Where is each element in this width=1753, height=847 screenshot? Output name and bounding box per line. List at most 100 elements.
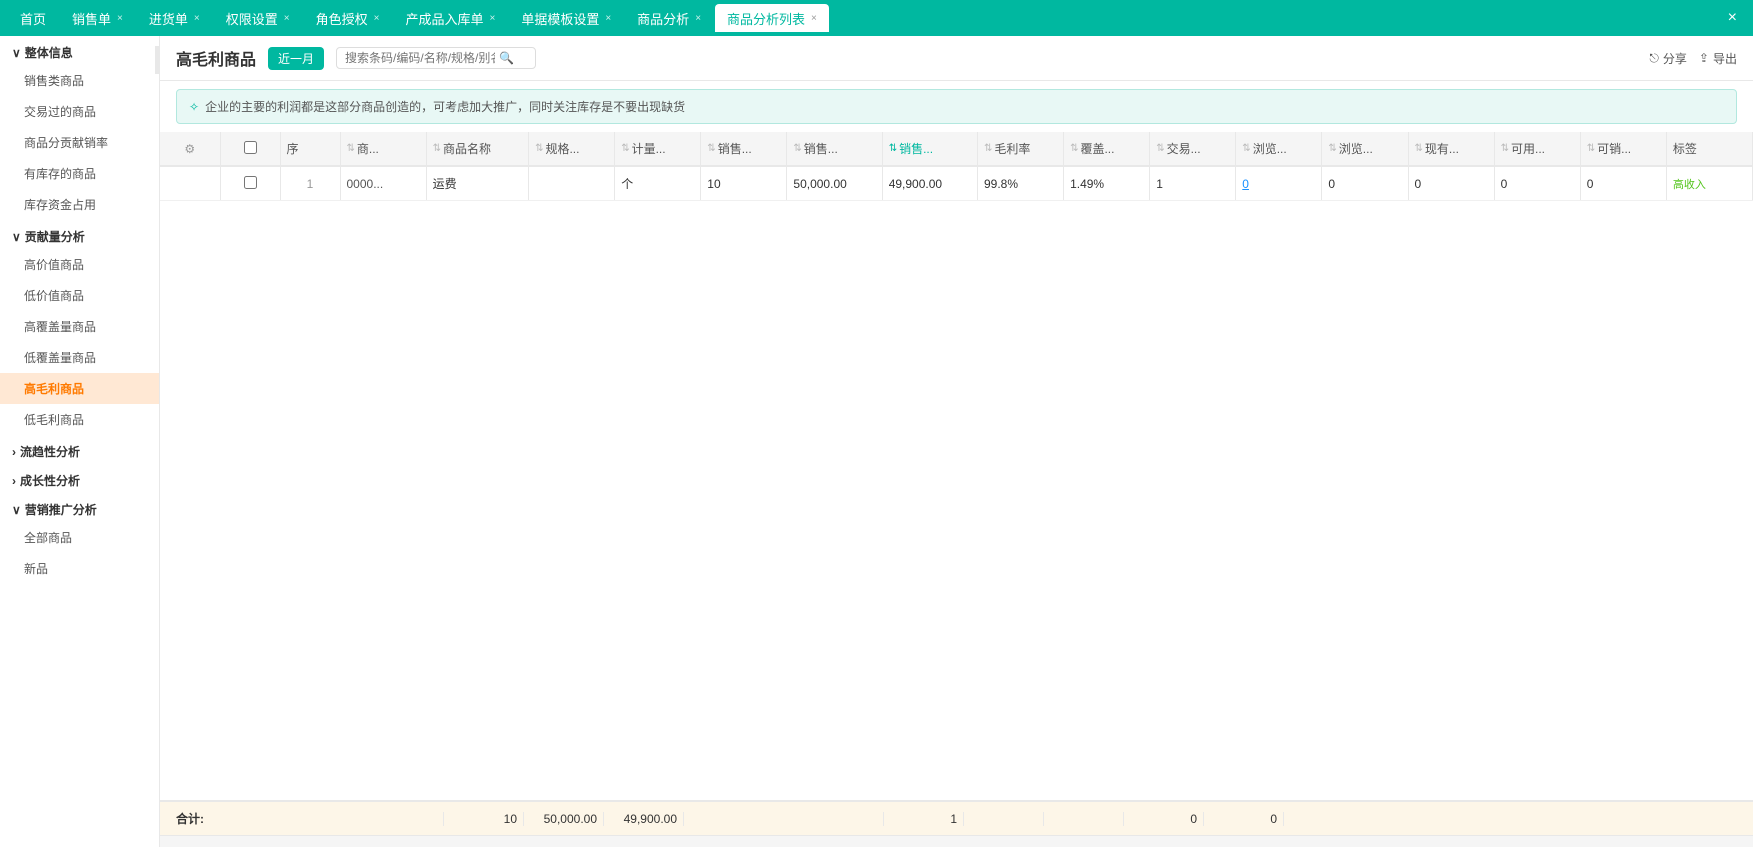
col-settings[interactable]: ⚙ [160, 132, 220, 166]
row-sale-qty: 10 [701, 166, 787, 201]
sidebar-item-contribution-rate[interactable]: 商品分贡献销率 [0, 127, 159, 158]
col-transaction[interactable]: ⇅ 交易... [1150, 132, 1236, 166]
sort-icon-name: ⇅ [433, 143, 441, 154]
sidebar-item-low-coverage[interactable]: 低覆盖量商品 [0, 342, 159, 373]
col-browse2[interactable]: ⇅ 浏览... [1322, 132, 1408, 166]
row-sale-amt: 50,000.00 [787, 166, 882, 201]
col-spec[interactable]: ⇅ 规格... [529, 132, 615, 166]
col-code[interactable]: ⇅ 商... [340, 132, 426, 166]
content-header: 高毛利商品 近一月 🔍 ⎋ 分享 ⇪ 导出 [160, 36, 1753, 81]
horizontal-scrollbar[interactable] [160, 835, 1753, 847]
tab-permission-close[interactable]: × [284, 13, 290, 24]
row-name[interactable]: 运费 [426, 166, 528, 201]
row-settings [160, 166, 220, 201]
search-icon[interactable]: 🔍 [499, 51, 514, 65]
share-button[interactable]: ⎋ 分享 [1649, 50, 1687, 67]
row-seq: 1 [280, 166, 340, 201]
tab-home[interactable]: 首页 [8, 4, 58, 32]
sidebar-item-traded-goods[interactable]: 交易过的商品 [0, 96, 159, 127]
row-checkbox[interactable] [220, 166, 280, 201]
sidebar-item-sale-goods[interactable]: 销售类商品 [0, 65, 159, 96]
row-browse1[interactable]: 0 [1236, 166, 1322, 201]
tab-product-stock[interactable]: 产成品入库单 × [393, 4, 507, 32]
tab-sales-close[interactable]: × [117, 13, 123, 24]
footer-spacer2 [964, 812, 1044, 826]
row-select-checkbox[interactable] [244, 176, 257, 189]
sidebar-item-low-value[interactable]: 低价值商品 [0, 280, 159, 311]
col-saleable[interactable]: ⇅ 可销... [1580, 132, 1666, 166]
tab-template[interactable]: 单据模板设置 × [509, 4, 623, 32]
sidebar-group-trend[interactable]: › 流趋性分析 [0, 435, 159, 464]
tab-sales[interactable]: 销售单 × [60, 4, 135, 32]
chevron-right-icon-2: › [12, 474, 16, 488]
col-sale-qty[interactable]: ⇅ 销售... [701, 132, 787, 166]
content-area: 高毛利商品 近一月 🔍 ⎋ 分享 ⇪ 导出 ✧ 企业的主要的利润都是这部分商品创… [160, 36, 1753, 847]
sort-icon-spec: ⇅ [535, 143, 543, 154]
row-spec [529, 166, 615, 201]
main-layout: « ∨ 整体信息 销售类商品 交易过的商品 商品分贡献销率 有库存的商品 库存资… [0, 36, 1753, 847]
row-gross-rate: 99.8% [977, 166, 1063, 201]
footer-spacer1 [684, 812, 884, 826]
sidebar-collapse-button[interactable]: « [155, 46, 160, 74]
sidebar-item-low-margin[interactable]: 低毛利商品 [0, 404, 159, 435]
sidebar-item-high-coverage[interactable]: 高覆盖量商品 [0, 311, 159, 342]
export-button[interactable]: ⇪ 导出 [1699, 50, 1737, 67]
sidebar-item-new-goods[interactable]: 新品 [0, 553, 159, 584]
tab-goods-analysis-list-close[interactable]: × [811, 13, 817, 24]
tab-role[interactable]: 角色授权 × [304, 4, 392, 32]
tab-goods-analysis-list[interactable]: 商品分析列表 × [715, 4, 829, 32]
tab-purchase[interactable]: 进货单 × [137, 4, 212, 32]
row-code[interactable]: 0000... [340, 166, 426, 201]
info-icon: ✧ [189, 100, 199, 114]
col-tag[interactable]: 标签 [1666, 132, 1752, 166]
tab-goods-analysis[interactable]: 商品分析 × [625, 4, 713, 32]
footer-transaction-val: 1 [884, 812, 964, 826]
sidebar-group-growth[interactable]: › 成长性分析 [0, 464, 159, 493]
col-sale-amt[interactable]: ⇅ 销售... [787, 132, 882, 166]
top-nav: 首页 销售单 × 进货单 × 权限设置 × 角色授权 × 产成品入库单 × 单据… [0, 0, 1753, 36]
sort-icon: ⇅ [347, 143, 355, 154]
tab-goods-analysis-close[interactable]: × [695, 13, 701, 24]
footer-saleable-val: 0 [1204, 812, 1284, 826]
col-sale-profit[interactable]: ⇅ 销售... [882, 132, 977, 166]
search-input[interactable] [345, 51, 495, 65]
col-checkbox[interactable] [220, 132, 280, 166]
sidebar-item-high-value[interactable]: 高价值商品 [0, 249, 159, 280]
row-browse2: 0 [1322, 166, 1408, 201]
chevron-down-icon: ∨ [12, 46, 21, 60]
tab-permission[interactable]: 权限设置 × [214, 4, 302, 32]
sidebar-item-high-margin[interactable]: 高毛利商品 [0, 373, 159, 404]
sidebar-item-stocked-goods[interactable]: 有库存的商品 [0, 158, 159, 189]
col-browse1[interactable]: ⇅ 浏览... [1236, 132, 1322, 166]
tab-product-stock-close[interactable]: × [489, 13, 495, 24]
tab-purchase-close[interactable]: × [194, 13, 200, 24]
col-gross-rate[interactable]: ⇅ 毛利率 [977, 132, 1063, 166]
sidebar-group-overall[interactable]: ∨ 整体信息 [0, 36, 159, 65]
sort-icon-tx: ⇅ [1156, 143, 1164, 154]
sort-icon-sl: ⇅ [1587, 143, 1595, 154]
select-all-checkbox[interactable] [244, 141, 257, 154]
chevron-down-icon-3: ∨ [12, 503, 21, 517]
sidebar-item-all-goods[interactable]: 全部商品 [0, 522, 159, 553]
col-coverage[interactable]: ⇅ 覆盖... [1064, 132, 1150, 166]
table-row: 1 0000... 运费 个 10 50,000.00 49,900.00 99… [160, 166, 1753, 201]
sidebar-group-contribution[interactable]: ∨ 贡献量分析 [0, 220, 159, 249]
sort-icon-av2: ⇅ [1501, 143, 1509, 154]
sort-icon-cov: ⇅ [1070, 143, 1078, 154]
tab-template-close[interactable]: × [605, 13, 611, 24]
tab-role-close[interactable]: × [374, 13, 380, 24]
col-unit[interactable]: ⇅ 计量... [615, 132, 701, 166]
close-all-tabs[interactable]: × [1720, 9, 1745, 27]
action-buttons: ⎋ 分享 ⇪ 导出 [1649, 50, 1737, 67]
footer-label: 合计: [176, 810, 204, 827]
footer-spacer3 [1044, 812, 1124, 826]
sidebar-group-marketing[interactable]: ∨ 营销推广分析 [0, 493, 159, 522]
col-name[interactable]: ⇅ 商品名称 [426, 132, 528, 166]
filter-month-button[interactable]: 近一月 [268, 47, 324, 70]
col-available2[interactable]: ⇅ 可用... [1494, 132, 1580, 166]
sidebar-item-stock-capital[interactable]: 库存资金占用 [0, 189, 159, 220]
footer-sale-qty [244, 812, 444, 826]
row-sale-profit: 49,900.00 [882, 166, 977, 201]
sort-icon-unit: ⇅ [621, 143, 629, 154]
col-available1[interactable]: ⇅ 现有... [1408, 132, 1494, 166]
